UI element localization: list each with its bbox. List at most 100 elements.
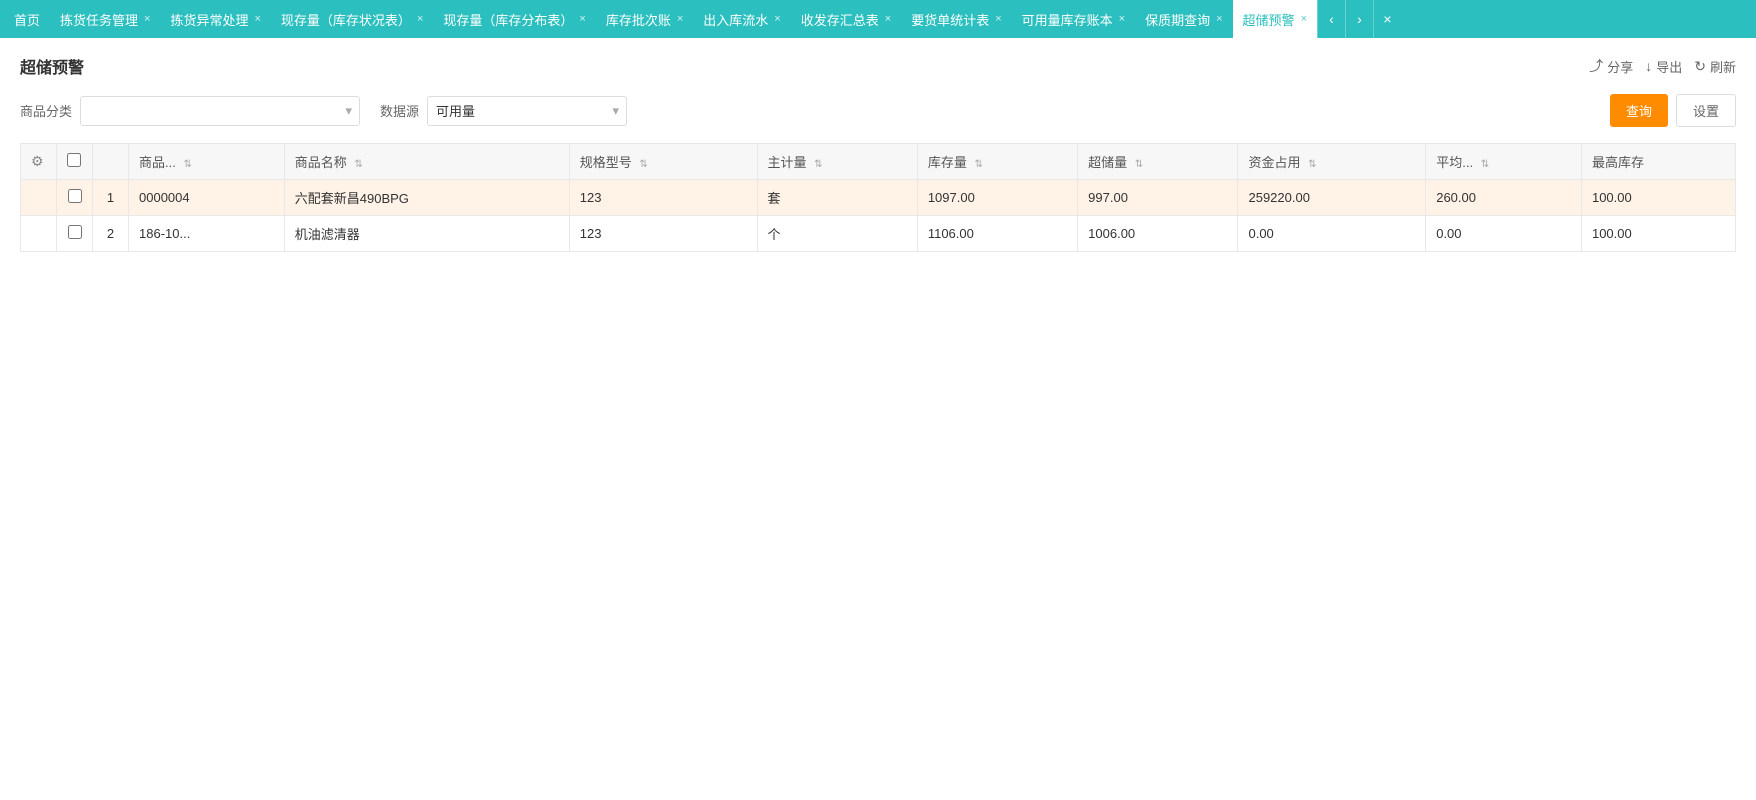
filter-actions: 查询 设置 — [1610, 94, 1736, 127]
nav-label-summary: 收发存汇总表 — [801, 10, 879, 29]
nav-item-summary[interactable]: 收发存汇总表 × — [791, 0, 901, 38]
sort-icon-overstock: ⇅ — [1135, 159, 1143, 170]
nav-item-home[interactable]: 首页 — [4, 0, 50, 38]
th-unit[interactable]: 主计量 ⇅ — [757, 144, 917, 180]
nav-close-summary[interactable]: × — [885, 13, 891, 25]
share-button[interactable]: ⤴ 分享 — [1589, 56, 1633, 76]
filter-label-category: 商品分类 — [20, 101, 72, 120]
export-button[interactable]: ↓ 导出 — [1645, 57, 1682, 76]
query-button[interactable]: 查询 — [1610, 94, 1668, 127]
sort-icon-avg: ⇅ — [1481, 159, 1489, 170]
nav-item-avail[interactable]: 可用量库存账本 × — [1012, 0, 1135, 38]
cell-settings-0 — [21, 180, 57, 216]
nav-close-batch[interactable]: × — [677, 13, 683, 25]
th-avg-label: 平均... — [1436, 155, 1473, 170]
nav-item-inout[interactable]: 出入库流水 × — [693, 0, 790, 38]
cell-settings-1 — [21, 216, 57, 252]
th-product-code[interactable]: 商品... ⇅ — [129, 144, 285, 180]
nav-item-task[interactable]: 拣货任务管理 × — [50, 0, 160, 38]
top-navigation: 首页 拣货任务管理 × 拣货异常处理 × 现存量（库存状况表） × 现存量（库存… — [0, 0, 1756, 38]
cell-product-name-0: 六配套新昌490BPG — [284, 180, 569, 216]
nav-item-stock-dist[interactable]: 现存量（库存分布表） × — [433, 0, 595, 38]
nav-close-arrow[interactable]: × — [1373, 0, 1401, 38]
nav-item-quality[interactable]: 保质期查询 × — [1135, 0, 1232, 38]
nav-close-stock-dist[interactable]: × — [579, 13, 585, 25]
th-overstock[interactable]: 超储量 ⇅ — [1078, 144, 1238, 180]
th-settings: ⚙ — [21, 144, 57, 180]
filter-datasource-value: 可用量 — [436, 101, 475, 120]
cell-capital-1: 0.00 — [1238, 216, 1426, 252]
nav-item-order-stat[interactable]: 要货单统计表 × — [901, 0, 1011, 38]
th-max-stock: 最高库存 — [1581, 144, 1735, 180]
cell-max-stock-0: 100.00 — [1581, 180, 1735, 216]
filter-group-category: 商品分类 ▾ — [20, 96, 360, 126]
cell-product-code-1: 186-10... — [129, 216, 285, 252]
th-avg[interactable]: 平均... ⇅ — [1426, 144, 1582, 180]
nav-label-home: 首页 — [14, 10, 40, 29]
th-capital-label: 资金占用 — [1248, 155, 1300, 170]
data-table: ⚙ 商品... ⇅ 商品名称 ⇅ 规格型号 ⇅ — [20, 143, 1736, 252]
cell-unit-1: 个 — [757, 216, 917, 252]
filter-label-datasource: 数据源 — [380, 101, 419, 120]
export-icon: ↓ — [1645, 58, 1652, 74]
filter-select-category-wrapper: ▾ — [80, 96, 360, 126]
th-product-name[interactable]: 商品名称 ⇅ — [284, 144, 569, 180]
nav-label-stock-status: 现存量（库存状况表） — [281, 10, 411, 29]
nav-close-quality[interactable]: × — [1216, 13, 1222, 25]
gear-icon[interactable]: ⚙ — [31, 153, 44, 169]
nav-label-inout: 出入库流水 — [703, 10, 768, 29]
th-stock[interactable]: 库存量 ⇅ — [917, 144, 1077, 180]
share-icon: ⤴ — [1589, 56, 1603, 76]
settings-button[interactable]: 设置 — [1676, 94, 1736, 127]
sort-icon-product-code: ⇅ — [183, 159, 191, 170]
cell-checkbox-0 — [57, 180, 93, 216]
nav-close-overstock[interactable]: × — [1301, 13, 1307, 25]
cell-overstock-1: 1006.00 — [1078, 216, 1238, 252]
nav-item-overstock[interactable]: 超储预警 × — [1233, 0, 1317, 38]
cell-avg-1: 0.00 — [1426, 216, 1582, 252]
sort-icon-capital: ⇅ — [1308, 159, 1316, 170]
refresh-button[interactable]: ↻ 刷新 — [1694, 57, 1736, 76]
cell-max-stock-1: 100.00 — [1581, 216, 1735, 252]
row-checkbox-0[interactable] — [68, 189, 82, 203]
sort-icon-product-name: ⇅ — [354, 159, 362, 170]
page-header: 超储预警 ⤴ 分享 ↓ 导出 ↻ 刷新 — [20, 54, 1736, 78]
th-overstock-label: 超储量 — [1088, 155, 1127, 170]
nav-next-arrow[interactable]: › — [1345, 0, 1373, 38]
th-unit-label: 主计量 — [768, 155, 807, 170]
share-label: 分享 — [1607, 57, 1633, 76]
nav-label-overstock: 超储预警 — [1243, 10, 1295, 29]
page-title: 超储预警 — [20, 54, 84, 78]
cell-unit-0: 套 — [757, 180, 917, 216]
nav-item-batch[interactable]: 库存批次账 × — [596, 0, 693, 38]
filter-select-datasource[interactable]: 可用量 — [427, 96, 627, 126]
nav-prev-arrow[interactable]: ‹ — [1317, 0, 1345, 38]
nav-close-task[interactable]: × — [144, 13, 150, 25]
th-spec[interactable]: 规格型号 ⇅ — [569, 144, 757, 180]
export-label: 导出 — [1656, 57, 1682, 76]
cell-stock-0: 1097.00 — [917, 180, 1077, 216]
nav-item-exception[interactable]: 拣货异常处理 × — [160, 0, 270, 38]
th-capital[interactable]: 资金占用 ⇅ — [1238, 144, 1426, 180]
sort-icon-spec: ⇅ — [639, 159, 647, 170]
row-checkbox-1[interactable] — [68, 225, 82, 239]
cell-product-code-0: 0000004 — [129, 180, 285, 216]
nav-close-exception[interactable]: × — [254, 13, 260, 25]
refresh-icon: ↻ — [1694, 58, 1706, 75]
nav-label-exception: 拣货异常处理 — [170, 10, 248, 29]
nav-close-avail[interactable]: × — [1119, 13, 1125, 25]
filter-select-category[interactable] — [80, 96, 360, 126]
th-product-name-label: 商品名称 — [295, 155, 347, 170]
nav-label-stock-dist: 现存量（库存分布表） — [443, 10, 573, 29]
header-actions: ⤴ 分享 ↓ 导出 ↻ 刷新 — [1589, 56, 1736, 76]
nav-item-stock-status[interactable]: 现存量（库存状况表） × — [271, 0, 433, 38]
nav-close-order-stat[interactable]: × — [995, 13, 1001, 25]
refresh-label: 刷新 — [1710, 57, 1736, 76]
select-all-checkbox[interactable] — [67, 153, 81, 167]
nav-close-inout[interactable]: × — [774, 13, 780, 25]
nav-label-order-stat: 要货单统计表 — [911, 10, 989, 29]
th-checkbox — [57, 144, 93, 180]
cell-index-0: 1 — [93, 180, 129, 216]
cell-avg-0: 260.00 — [1426, 180, 1582, 216]
nav-close-stock-status[interactable]: × — [417, 13, 423, 25]
